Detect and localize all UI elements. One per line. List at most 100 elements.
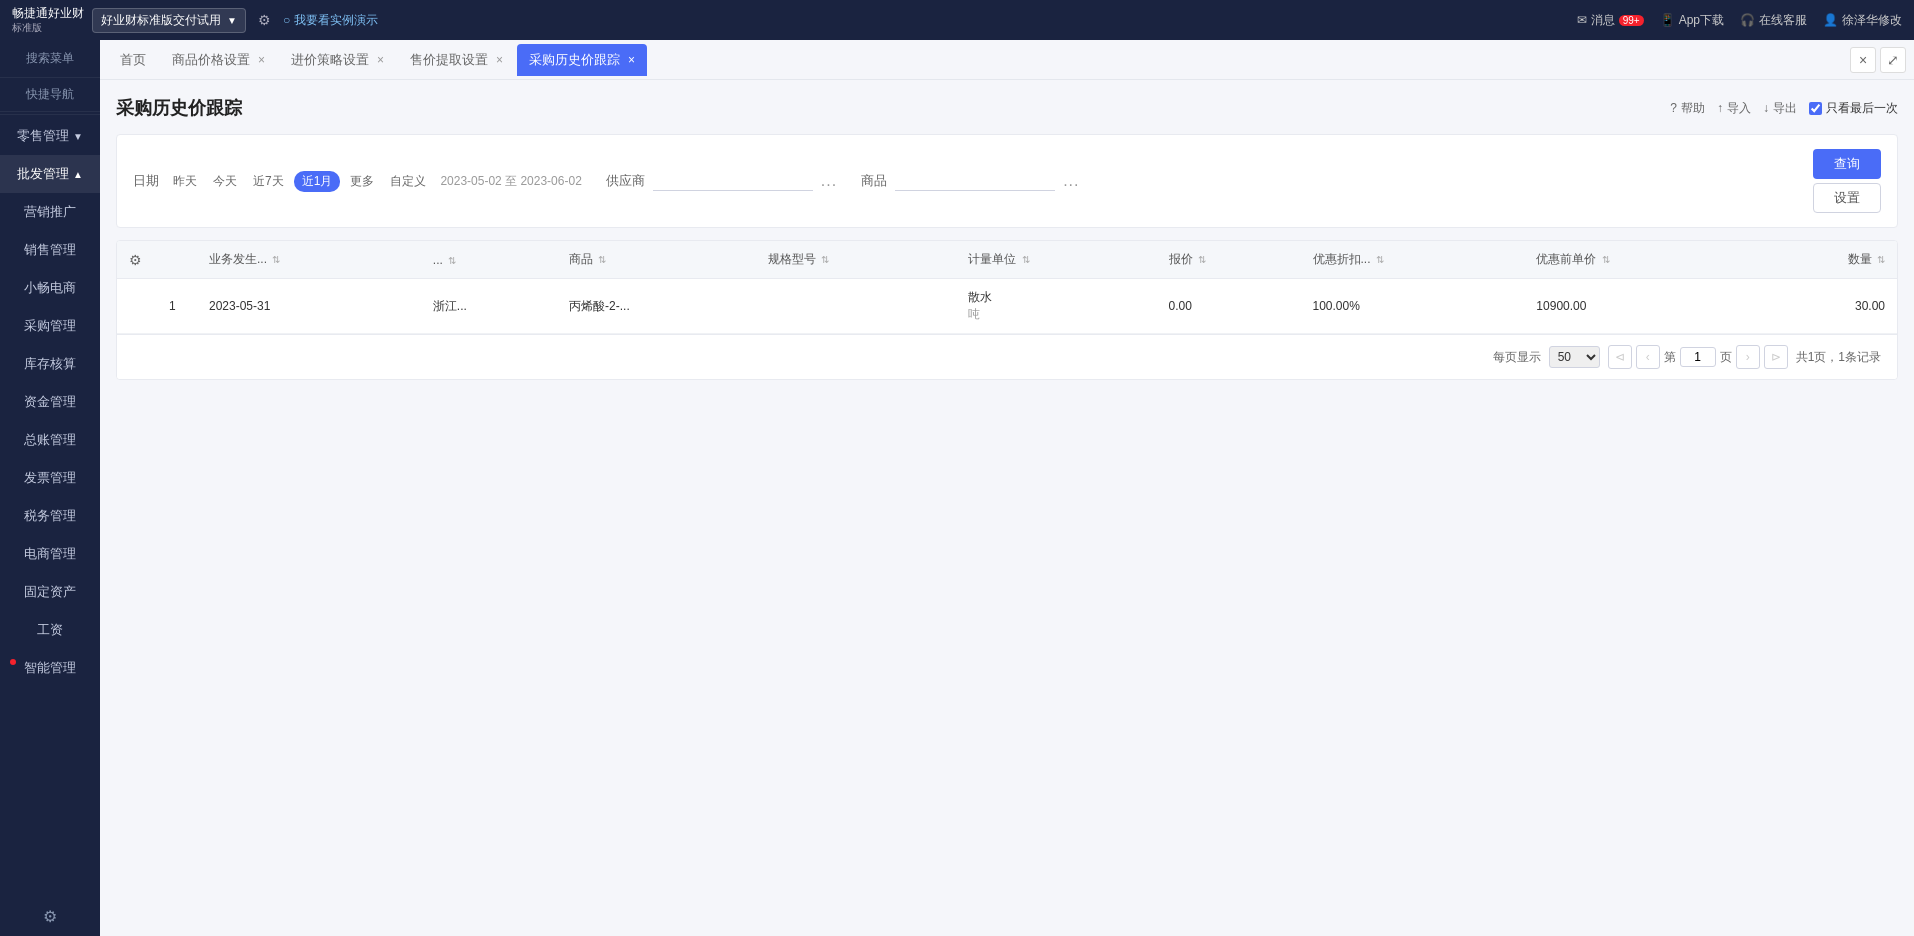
sidebar-item-purchase[interactable]: 采购管理 (0, 307, 100, 345)
goods-more-icon[interactable]: ... (1063, 172, 1079, 190)
top-bar-right: ✉ 消息 99+ 📱 App下载 🎧 在线客服 👤 徐泽华修改 (1577, 12, 1902, 29)
sidebar-item-general-ledger[interactable]: 总账管理 (0, 421, 100, 459)
export-link[interactable]: ↓ 导出 (1763, 100, 1797, 117)
message-button[interactable]: ✉ 消息 99+ (1577, 12, 1644, 29)
filter-goods: 商品 ... (861, 172, 1079, 191)
version-selector[interactable]: 好业财标准版交付试用 ▼ (92, 8, 246, 33)
date-btn-custom[interactable]: 自定义 (384, 171, 432, 192)
sidebar-item-tax-label: 税务管理 (24, 507, 76, 525)
sort-preprice-icon[interactable]: ⇅ (1602, 254, 1610, 265)
smart-dot-icon (10, 659, 16, 665)
sidebar-item-tax[interactable]: 税务管理 (0, 497, 100, 535)
col-quantity-header[interactable]: 数量 ⇅ (1753, 241, 1897, 279)
app-download-button[interactable]: 📱 App下载 (1660, 12, 1724, 29)
goods-input[interactable] (895, 172, 1055, 191)
sidebar-item-sales[interactable]: 销售管理 (0, 231, 100, 269)
main-layout: 搜索菜单 快捷导航 零售管理 ▼ 批发管理 ▲ 营销推广 销售管理 小畅电商 采… (0, 40, 1914, 936)
row-seq: 1 (157, 279, 197, 334)
sidebar-item-ecommerce-small[interactable]: 小畅电商 (0, 269, 100, 307)
supplier-more-icon[interactable]: ... (821, 172, 837, 190)
date-btn-last1m[interactable]: 近1月 (294, 171, 341, 192)
col-date-header[interactable]: 业务发生... ⇅ (197, 241, 421, 279)
sidebar-item-inventory[interactable]: 库存核算 (0, 345, 100, 383)
supplier-input[interactable] (653, 172, 813, 191)
tab-price-close[interactable]: × (258, 53, 265, 67)
sort-date-icon[interactable]: ⇅ (272, 254, 280, 265)
col-config-header[interactable]: ⚙ (117, 241, 157, 279)
row-config-cell (117, 279, 157, 334)
tab-purchase-history[interactable]: 采购历史价跟踪 × (517, 44, 647, 76)
sidebar-item-payroll[interactable]: 工资 (0, 611, 100, 649)
page-input[interactable] (1680, 347, 1716, 367)
tab-sale-price-close[interactable]: × (496, 53, 503, 67)
col-more-header[interactable]: ... ⇅ (421, 241, 557, 279)
col-goods-header[interactable]: 商品 ⇅ (557, 241, 756, 279)
sort-unit-icon[interactable]: ⇅ (1022, 254, 1030, 265)
filter-date-label: 日期 (133, 172, 159, 190)
sidebar-search[interactable]: 搜索菜单 (0, 40, 100, 78)
sort-price-icon[interactable]: ⇅ (1198, 254, 1206, 265)
sidebar-item-retail-label: 零售管理 (17, 127, 69, 145)
only-last-checkbox[interactable] (1809, 102, 1822, 115)
sidebar-item-marketing-label: 营销推广 (24, 203, 76, 221)
per-page-select[interactable]: 50 10 20 100 (1549, 346, 1600, 368)
page-nav: ⊲ ‹ 第 页 › ⊳ (1608, 345, 1788, 369)
row-discount: 100.00% (1301, 279, 1525, 334)
tab-bar-right: × ⤢ (1850, 47, 1906, 73)
date-btn-more[interactable]: 更多 (344, 171, 380, 192)
date-range-display: 2023-05-02 至 2023-06-02 (440, 173, 581, 190)
page-header: 采购历史价跟踪 ? 帮助 ↑ 导入 ↓ 导出 (116, 96, 1898, 120)
help-link[interactable]: ? 帮助 (1670, 100, 1705, 117)
sidebar-quick-nav[interactable]: 快捷导航 (0, 78, 100, 112)
first-page-button[interactable]: ⊲ (1608, 345, 1632, 369)
sidebar-item-invoice[interactable]: 发票管理 (0, 459, 100, 497)
sort-more-icon[interactable]: ⇅ (448, 255, 456, 266)
sort-spec-icon[interactable]: ⇅ (821, 254, 829, 265)
sort-discount-icon[interactable]: ⇅ (1376, 254, 1384, 265)
sidebar-gear-icon[interactable]: ⚙ (8, 907, 92, 926)
tab-close-all-button[interactable]: × (1850, 47, 1876, 73)
tab-sale-price[interactable]: 售价提取设置 × (398, 44, 515, 76)
col-discount-header[interactable]: 优惠折扣... ⇅ (1301, 241, 1525, 279)
row-spec (756, 279, 956, 334)
filter-settings-button[interactable]: 设置 (1813, 183, 1881, 213)
user-menu[interactable]: 👤 徐泽华修改 (1823, 12, 1902, 29)
sort-goods-icon[interactable]: ⇅ (598, 254, 606, 265)
tab-home[interactable]: 首页 (108, 44, 158, 76)
sidebar-item-wholesale[interactable]: 批发管理 ▲ (0, 155, 100, 193)
tab-purchase-strategy[interactable]: 进价策略设置 × (279, 44, 396, 76)
query-button[interactable]: 查询 (1813, 149, 1881, 179)
sidebar-item-fixed-assets[interactable]: 固定资产 (0, 573, 100, 611)
date-btn-today[interactable]: 今天 (207, 171, 243, 192)
date-btn-last7[interactable]: 近7天 (247, 171, 290, 192)
col-price-header[interactable]: 报价 ⇅ (1157, 241, 1301, 279)
demo-link[interactable]: ○ 我要看实例演示 (283, 12, 378, 29)
sidebar-item-smart[interactable]: 智能管理 (0, 649, 100, 687)
col-unit-header[interactable]: 计量单位 ⇅ (956, 241, 1156, 279)
col-preprice-header[interactable]: 优惠前单价 ⇅ (1524, 241, 1753, 279)
tab-price[interactable]: 商品价格设置 × (160, 44, 277, 76)
sidebar-item-retail[interactable]: 零售管理 ▼ (0, 117, 100, 155)
tab-purchase-history-close[interactable]: × (628, 53, 635, 67)
last-page-button[interactable]: ⊳ (1764, 345, 1788, 369)
sidebar-item-marketing[interactable]: 营销推广 (0, 193, 100, 231)
row-preprice: 10900.00 (1524, 279, 1753, 334)
tab-purchase-history-label: 采购历史价跟踪 (529, 51, 620, 69)
next-page-button[interactable]: › (1736, 345, 1760, 369)
col-spec-header[interactable]: 规格型号 ⇅ (756, 241, 956, 279)
import-link[interactable]: ↑ 导入 (1717, 100, 1751, 117)
top-bar-left: 畅捷通好业财 标准版 好业财标准版交付试用 ▼ ⚙ ○ 我要看实例演示 (12, 6, 378, 35)
sidebar-item-finance[interactable]: 资金管理 (0, 383, 100, 421)
tab-expand-button[interactable]: ⤢ (1880, 47, 1906, 73)
prev-page-button[interactable]: ‹ (1636, 345, 1660, 369)
filter-supplier: 供应商 ... (606, 172, 837, 191)
tab-purchase-strategy-close[interactable]: × (377, 53, 384, 67)
table-footer: 每页显示 50 10 20 100 ⊲ ‹ 第 页 › ⊳ (117, 334, 1897, 379)
date-btn-yesterday[interactable]: 昨天 (167, 171, 203, 192)
top-settings-icon[interactable]: ⚙ (254, 8, 275, 32)
online-service-button[interactable]: 🎧 在线客服 (1740, 12, 1807, 29)
table-config-icon[interactable]: ⚙ (129, 252, 142, 268)
only-last-checkbox-label[interactable]: 只看最后一次 (1809, 100, 1898, 117)
sidebar-item-ecommerce[interactable]: 电商管理 (0, 535, 100, 573)
sort-quantity-icon[interactable]: ⇅ (1877, 254, 1885, 265)
